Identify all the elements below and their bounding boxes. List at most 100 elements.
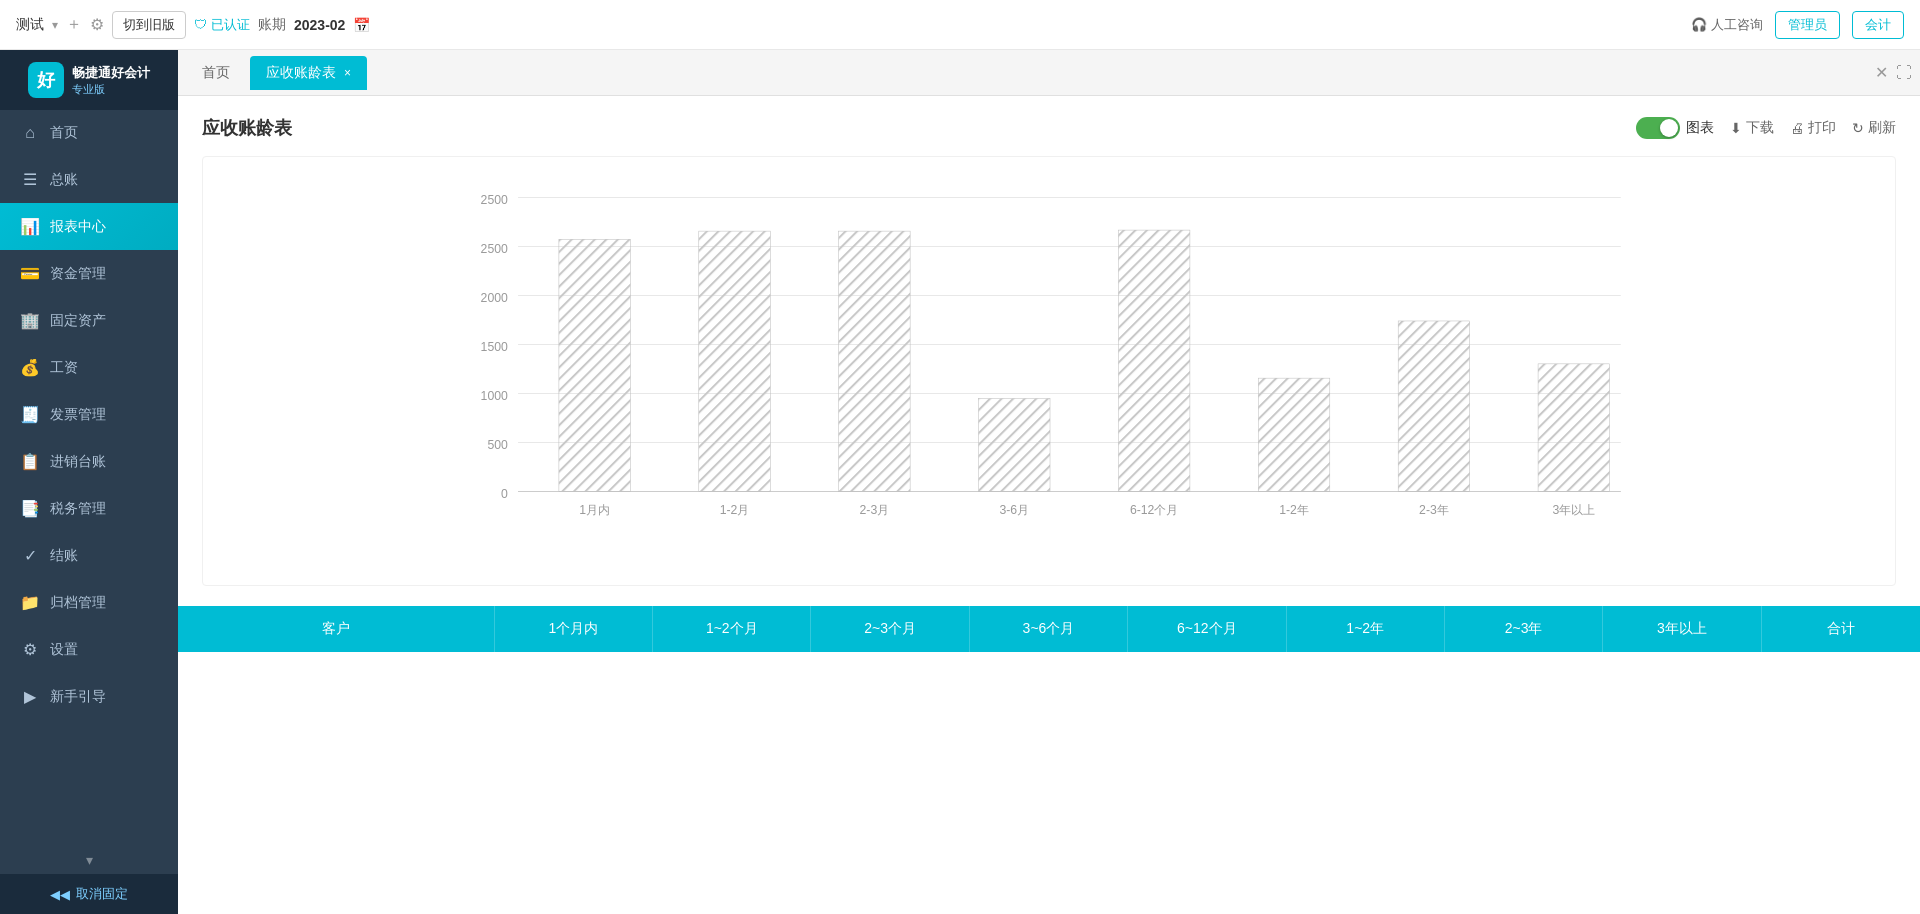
sidebar-item-guide[interactable]: ▶ 新手引导 [0,673,178,720]
table-header-customer: 客户 [178,606,495,652]
company-name: 测试 [16,16,44,34]
svg-text:2-3年: 2-3年 [1419,503,1449,517]
logo-edition: 专业版 [72,82,150,97]
table-header-2-3year: 2~3年 [1445,606,1603,652]
table-header-total: 合计 [1762,606,1920,652]
bar-5 [1118,230,1189,491]
svg-text:1月内: 1月内 [579,503,610,517]
bar-1 [559,239,630,491]
switch-version-button[interactable]: 切到旧版 [112,11,186,39]
tab-expand-button[interactable]: ⛶ [1896,64,1912,82]
main-layout: 好 畅捷通好会计 专业版 ⌂ 首页 ☰ 总账 📊 报表中心 💳 资金管理 [0,50,1920,914]
svg-text:1-2月: 1-2月 [720,503,750,517]
sidebar: 好 畅捷通好会计 专业版 ⌂ 首页 ☰ 总账 📊 报表中心 💳 资金管理 [0,50,178,914]
table-header: 客户 1个月内 1~2个月 2~3个月 3~6个月 6~12个月 1~2年 2~… [178,606,1920,652]
sidebar-item-trade[interactable]: 📋 进销台账 [0,438,178,485]
settings-nav-icon: ⚙ [20,640,40,659]
sidebar-item-label: 固定资产 [50,312,106,330]
shield-icon: 🛡 [194,17,207,32]
table-header-2-3month: 2~3个月 [811,606,969,652]
sidebar-item-closing[interactable]: ✓ 结账 [0,532,178,579]
logo-icon: 好 [28,62,64,98]
bar-6 [1258,378,1329,491]
scroll-down-arrow[interactable]: ▾ [0,846,178,874]
sidebar-item-assets[interactable]: 🏢 固定资产 [0,297,178,344]
tab-actions: ✕ ⛶ [1875,63,1912,82]
svg-text:2-3月: 2-3月 [860,503,890,517]
sidebar-item-reports[interactable]: 📊 报表中心 [0,203,178,250]
chart-toggle-label: 图表 [1686,119,1714,137]
admin-button[interactable]: 管理员 [1775,11,1840,39]
sidebar-item-archive[interactable]: 📁 归档管理 [0,579,178,626]
guide-icon: ▶ [20,687,40,706]
tab-home[interactable]: 首页 [186,56,246,90]
tab-bar: 首页 应收账龄表 × ✕ ⛶ [178,50,1920,96]
sidebar-scroll: ⌂ 首页 ☰ 总账 📊 报表中心 💳 资金管理 🏢 固定资产 💰 工资 [0,110,178,846]
company-dropdown-icon[interactable]: ▾ [52,18,58,32]
bar-chart: 0 500 1000 1500 2000 2500 2500 [223,177,1875,565]
page-title: 应收账龄表 [202,116,292,140]
sidebar-item-home[interactable]: ⌂ 首页 [0,110,178,156]
svg-text:0: 0 [501,487,508,501]
period-value: 2023-02 [294,17,345,33]
chart-area: 0 500 1000 1500 2000 2500 2500 [202,156,1896,586]
logo-text-block: 畅捷通好会计 专业版 [72,64,150,97]
sidebar-item-ledger[interactable]: ☰ 总账 [0,156,178,203]
svg-text:1-2年: 1-2年 [1279,503,1309,517]
tab-close-button[interactable]: ✕ [1875,63,1888,82]
sidebar-item-label: 资金管理 [50,265,106,283]
sidebar-item-label: 报表中心 [50,218,106,236]
svg-text:2000: 2000 [481,291,508,305]
table-header-6-12month: 6~12个月 [1128,606,1286,652]
sidebar-item-funds[interactable]: 💳 资金管理 [0,250,178,297]
sidebar-item-tax[interactable]: 📑 税务管理 [0,485,178,532]
table-header-1month: 1个月内 [495,606,653,652]
service-button[interactable]: 🎧 人工咨询 [1691,16,1763,34]
add-icon[interactable]: ＋ [66,14,82,35]
closing-icon: ✓ [20,546,40,565]
sidebar-item-settings[interactable]: ⚙ 设置 [0,626,178,673]
chart-toggle[interactable] [1636,117,1680,139]
invoice-icon: 🧾 [20,405,40,424]
tab-active-label: 应收账龄表 [266,64,336,82]
home-icon: ⌂ [20,124,40,142]
sidebar-item-invoice[interactable]: 🧾 发票管理 [0,391,178,438]
sidebar-item-salary[interactable]: 💰 工资 [0,344,178,391]
sidebar-logo: 好 畅捷通好会计 专业版 [0,50,178,110]
assets-icon: 🏢 [20,311,40,330]
archive-icon: 📁 [20,593,40,612]
svg-text:1500: 1500 [481,340,508,354]
bar-8 [1538,364,1609,492]
download-icon: ⬇ [1730,120,1742,136]
period-label: 账期 [258,16,286,34]
page-header: 应收账龄表 图表 ⬇ 下载 🖨 [178,96,1920,156]
svg-text:6-12个月: 6-12个月 [1130,503,1179,517]
svg-text:3-6月: 3-6月 [999,503,1029,517]
svg-text:2500: 2500 [481,242,508,256]
headset-icon: 🎧 [1691,17,1707,32]
sidebar-item-label: 进销台账 [50,453,106,471]
sidebar-pin-button[interactable]: ◀◀ 取消固定 [0,874,178,914]
top-bar: 测试 ▾ ＋ ⚙ 切到旧版 🛡 已认证 账期 2023-02 📅 🎧 人工咨询 … [0,0,1920,50]
calendar-icon[interactable]: 📅 [353,17,370,33]
table-header-3year-plus: 3年以上 [1603,606,1761,652]
page-actions: 图表 ⬇ 下载 🖨 打印 ↻ 刷新 [1636,117,1896,139]
svg-text:3年以上: 3年以上 [1552,503,1595,517]
refresh-button[interactable]: ↻ 刷新 [1852,119,1896,137]
ledger-icon: ☰ [20,170,40,189]
certified-badge: 🛡 已认证 [194,16,250,34]
svg-text:1000: 1000 [481,389,508,403]
settings-icon[interactable]: ⚙ [90,15,104,34]
bar-3 [839,231,910,491]
tab-close-icon[interactable]: × [344,66,351,80]
chart-toggle-container: 图表 [1636,117,1714,139]
refresh-icon: ↻ [1852,120,1864,136]
download-button[interactable]: ⬇ 下载 [1730,119,1774,137]
tab-active[interactable]: 应收账龄表 × [250,56,367,90]
accountant-button[interactable]: 会计 [1852,11,1904,39]
print-button[interactable]: 🖨 打印 [1790,119,1836,137]
bar-2 [699,231,770,491]
svg-text:2500: 2500 [481,193,508,207]
top-bar-right: 🎧 人工咨询 管理员 会计 [1691,11,1904,39]
sidebar-item-label: 税务管理 [50,500,106,518]
